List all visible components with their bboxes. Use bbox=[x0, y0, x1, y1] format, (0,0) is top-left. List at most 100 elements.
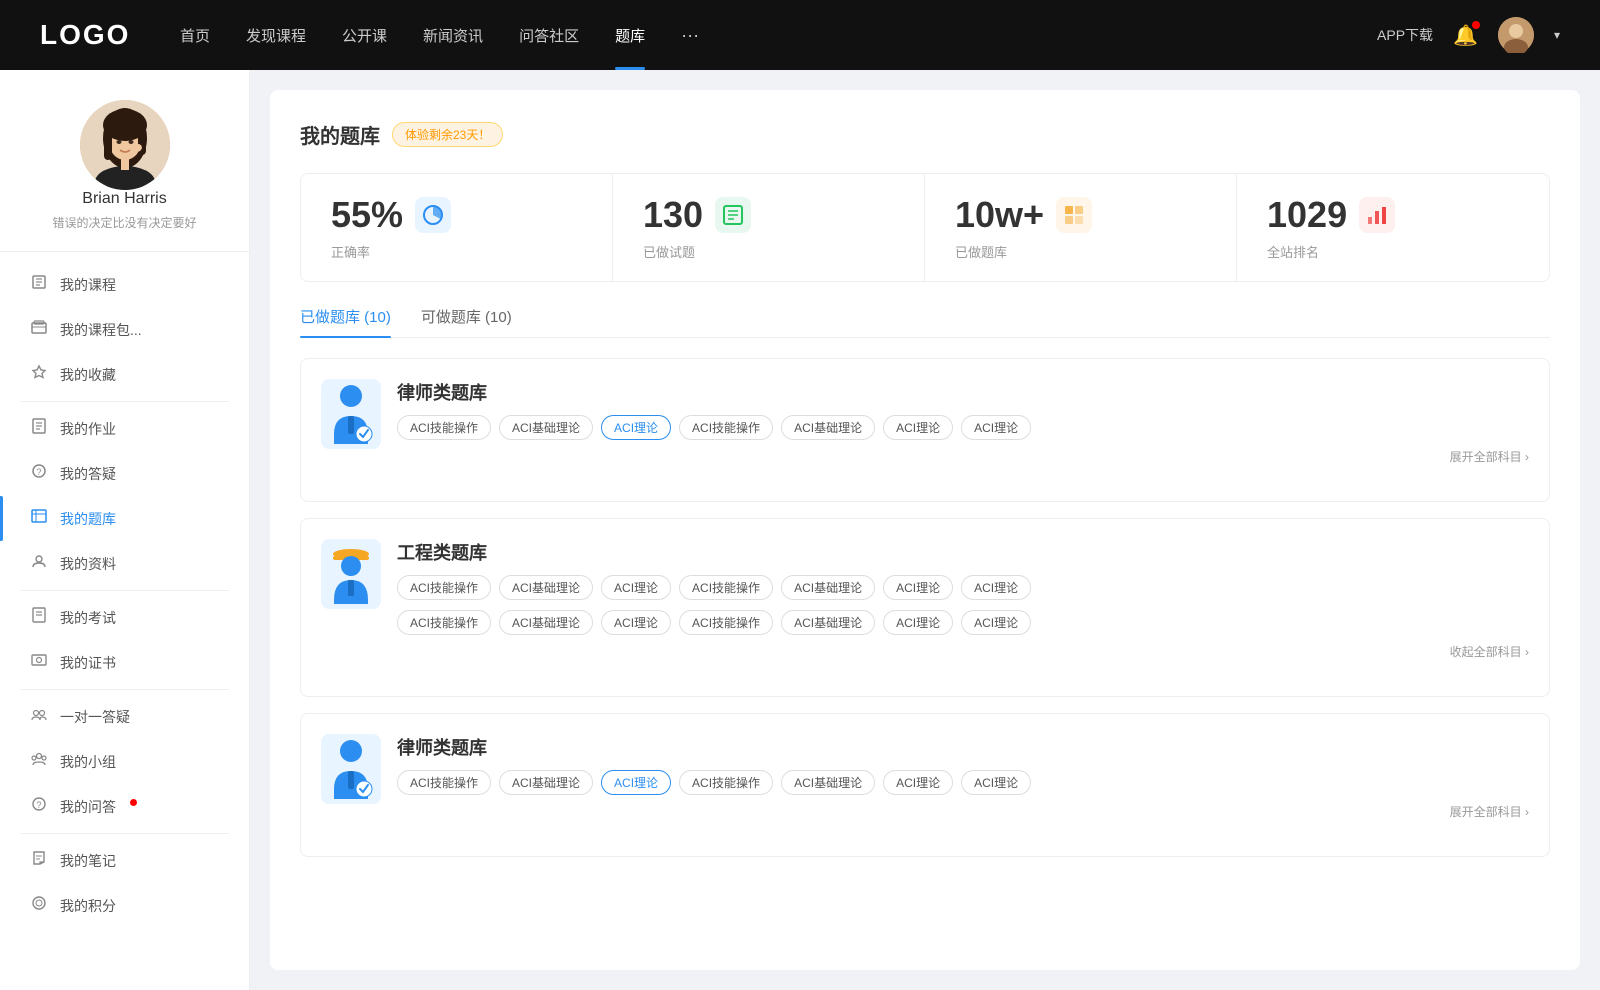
stat-rank: 1029 全站排名 bbox=[1237, 174, 1549, 281]
sidebar-item-one-on-one[interactable]: 一对一答疑 bbox=[0, 694, 249, 739]
sidebar-item-notes[interactable]: 我的笔记 bbox=[0, 838, 249, 883]
questions-notification-dot bbox=[130, 799, 137, 806]
stat-top-rank: 1029 bbox=[1267, 194, 1519, 236]
qbank-card-icon-lawyer1 bbox=[321, 379, 381, 449]
stat-label-rank: 全站排名 bbox=[1267, 242, 1519, 261]
eng-r2-tag-0[interactable]: ACI技能操作 bbox=[397, 610, 491, 635]
stat-top-banks: 10w+ bbox=[955, 194, 1206, 236]
eng-tag-5[interactable]: ACI理论 bbox=[883, 575, 953, 600]
tab-available[interactable]: 可做题库 (10) bbox=[421, 306, 512, 337]
nav-more[interactable]: ··· bbox=[681, 25, 699, 46]
stat-label-correct: 正确率 bbox=[331, 242, 582, 261]
lawyer-figure-icon-2 bbox=[326, 739, 376, 799]
divider1 bbox=[20, 401, 229, 402]
l2-tag-5[interactable]: ACI理论 bbox=[883, 770, 953, 795]
svg-text:?: ? bbox=[36, 467, 41, 477]
tag-0[interactable]: ACI技能操作 bbox=[397, 415, 491, 440]
divider2 bbox=[20, 590, 229, 591]
tab-done[interactable]: 已做题库 (10) bbox=[300, 306, 391, 337]
l2-tag-6[interactable]: ACI理论 bbox=[961, 770, 1031, 795]
tag-3[interactable]: ACI技能操作 bbox=[679, 415, 773, 440]
profile-icon bbox=[30, 553, 48, 574]
sidebar-item-exam[interactable]: 我的考试 bbox=[0, 595, 249, 640]
eng-r2-tag-3[interactable]: ACI技能操作 bbox=[679, 610, 773, 635]
sidebar-item-course-pkg[interactable]: 我的课程包... bbox=[0, 307, 249, 352]
qbank-card-tags-lawyer1: ACI技能操作 ACI基础理论 ACI理论 ACI技能操作 ACI基础理论 AC… bbox=[397, 415, 1529, 440]
tag-2-highlighted[interactable]: ACI理论 bbox=[601, 415, 671, 440]
nav-discover[interactable]: 发现课程 bbox=[246, 25, 306, 46]
engineer-figure-icon bbox=[326, 544, 376, 604]
sidebar-item-qa[interactable]: ? 我的答疑 bbox=[0, 451, 249, 496]
expand-button-lawyer2[interactable]: 展开全部科目 › bbox=[397, 803, 1529, 820]
qbank-card-header-lawyer2: 律师类题库 ACI技能操作 ACI基础理论 ACI理论 ACI技能操作 ACI基… bbox=[321, 734, 1529, 820]
qbank-card-tags-lawyer2: ACI技能操作 ACI基础理论 ACI理论 ACI技能操作 ACI基础理论 AC… bbox=[397, 770, 1529, 795]
logo: LOGO bbox=[40, 19, 140, 51]
sidebar-item-profile[interactable]: 我的资料 bbox=[0, 541, 249, 586]
sidebar-item-courses[interactable]: 我的课程 bbox=[0, 262, 249, 307]
homework-icon bbox=[30, 418, 48, 439]
l2-tag-4[interactable]: ACI基础理论 bbox=[781, 770, 875, 795]
tag-5[interactable]: ACI理论 bbox=[883, 415, 953, 440]
sidebar-item-group[interactable]: 我的小组 bbox=[0, 739, 249, 784]
eng-tag-6[interactable]: ACI理论 bbox=[961, 575, 1031, 600]
group-icon bbox=[30, 751, 48, 772]
nav-qa[interactable]: 问答社区 bbox=[519, 25, 579, 46]
avatar[interactable] bbox=[1498, 17, 1534, 53]
notification-dot bbox=[1472, 21, 1480, 29]
eng-r2-tag-5[interactable]: ACI理论 bbox=[883, 610, 953, 635]
tag-6[interactable]: ACI理论 bbox=[961, 415, 1031, 440]
profile-chevron-icon[interactable]: ▾ bbox=[1554, 28, 1560, 42]
eng-r2-tag-1[interactable]: ACI基础理论 bbox=[499, 610, 593, 635]
correct-rate-icon bbox=[415, 197, 451, 233]
l2-tag-3[interactable]: ACI技能操作 bbox=[679, 770, 773, 795]
sidebar-item-certificate[interactable]: 我的证书 bbox=[0, 640, 249, 685]
stat-label-banks: 已做题库 bbox=[955, 242, 1206, 261]
eng-tag-1[interactable]: ACI基础理论 bbox=[499, 575, 593, 600]
sidebar-item-my-questions[interactable]: ? 我的问答 bbox=[0, 784, 249, 829]
tag-4[interactable]: ACI基础理论 bbox=[781, 415, 875, 440]
qbank-card-lawyer2: 律师类题库 ACI技能操作 ACI基础理论 ACI理论 ACI技能操作 ACI基… bbox=[300, 713, 1550, 857]
tag-1[interactable]: ACI基础理论 bbox=[499, 415, 593, 440]
stats-row: 55% 正确率 130 bbox=[300, 173, 1550, 282]
list-icon bbox=[721, 203, 745, 227]
page-title: 我的题库 bbox=[300, 120, 380, 149]
lawyer-figure-icon bbox=[326, 384, 376, 444]
stat-value-questions: 130 bbox=[643, 194, 703, 236]
app-download-button[interactable]: APP下载 bbox=[1377, 25, 1433, 45]
expand-button-lawyer1[interactable]: 展开全部科目 › bbox=[397, 448, 1529, 465]
sidebar-item-homework[interactable]: 我的作业 bbox=[0, 406, 249, 451]
sidebar-item-points[interactable]: 我的积分 bbox=[0, 883, 249, 928]
user-name: Brian Harris bbox=[82, 190, 166, 208]
collapse-button-engineer1[interactable]: 收起全部科目 › bbox=[397, 643, 1529, 660]
nav-qbank[interactable]: 题库 bbox=[615, 25, 645, 46]
nav-open-course[interactable]: 公开课 bbox=[342, 25, 387, 46]
exam-icon bbox=[30, 607, 48, 628]
qa-icon: ? bbox=[30, 463, 48, 484]
nav-news[interactable]: 新闻资讯 bbox=[423, 25, 483, 46]
eng-tag-3[interactable]: ACI技能操作 bbox=[679, 575, 773, 600]
eng-r2-tag-2[interactable]: ACI理论 bbox=[601, 610, 671, 635]
notification-bell[interactable]: 🔔 bbox=[1453, 23, 1478, 48]
l2-tag-1[interactable]: ACI基础理论 bbox=[499, 770, 593, 795]
eng-tag-0[interactable]: ACI技能操作 bbox=[397, 575, 491, 600]
eng-tag-4[interactable]: ACI基础理论 bbox=[781, 575, 875, 600]
nav-home[interactable]: 首页 bbox=[180, 25, 210, 46]
stat-value-correct: 55% bbox=[331, 194, 403, 236]
points-icon bbox=[30, 895, 48, 916]
favorites-icon bbox=[30, 364, 48, 385]
eng-tag-2[interactable]: ACI理论 bbox=[601, 575, 671, 600]
my-questions-icon: ? bbox=[30, 796, 48, 817]
qbank-card-body-lawyer1: 律师类题库 ACI技能操作 ACI基础理论 ACI理论 ACI技能操作 ACI基… bbox=[397, 379, 1529, 465]
eng-r2-tag-6[interactable]: ACI理论 bbox=[961, 610, 1031, 635]
sidebar-item-qbank[interactable]: 我的题库 bbox=[0, 496, 249, 541]
sidebar: Brian Harris 错误的决定比没有决定要好 我的课程 我的课程包... bbox=[0, 70, 250, 990]
trial-badge: 体验剩余23天！ bbox=[392, 122, 503, 147]
l2-tag-2-highlighted[interactable]: ACI理论 bbox=[601, 770, 671, 795]
l2-tag-0[interactable]: ACI技能操作 bbox=[397, 770, 491, 795]
bar-chart-icon bbox=[1365, 203, 1389, 227]
eng-r2-tag-4[interactable]: ACI基础理论 bbox=[781, 610, 875, 635]
content-area: 我的题库 体验剩余23天！ 55% bbox=[250, 70, 1600, 990]
pie-chart-icon bbox=[421, 203, 445, 227]
sidebar-item-favorites[interactable]: 我的收藏 bbox=[0, 352, 249, 397]
sidebar-menu: 我的课程 我的课程包... 我的收藏 bbox=[0, 252, 249, 938]
